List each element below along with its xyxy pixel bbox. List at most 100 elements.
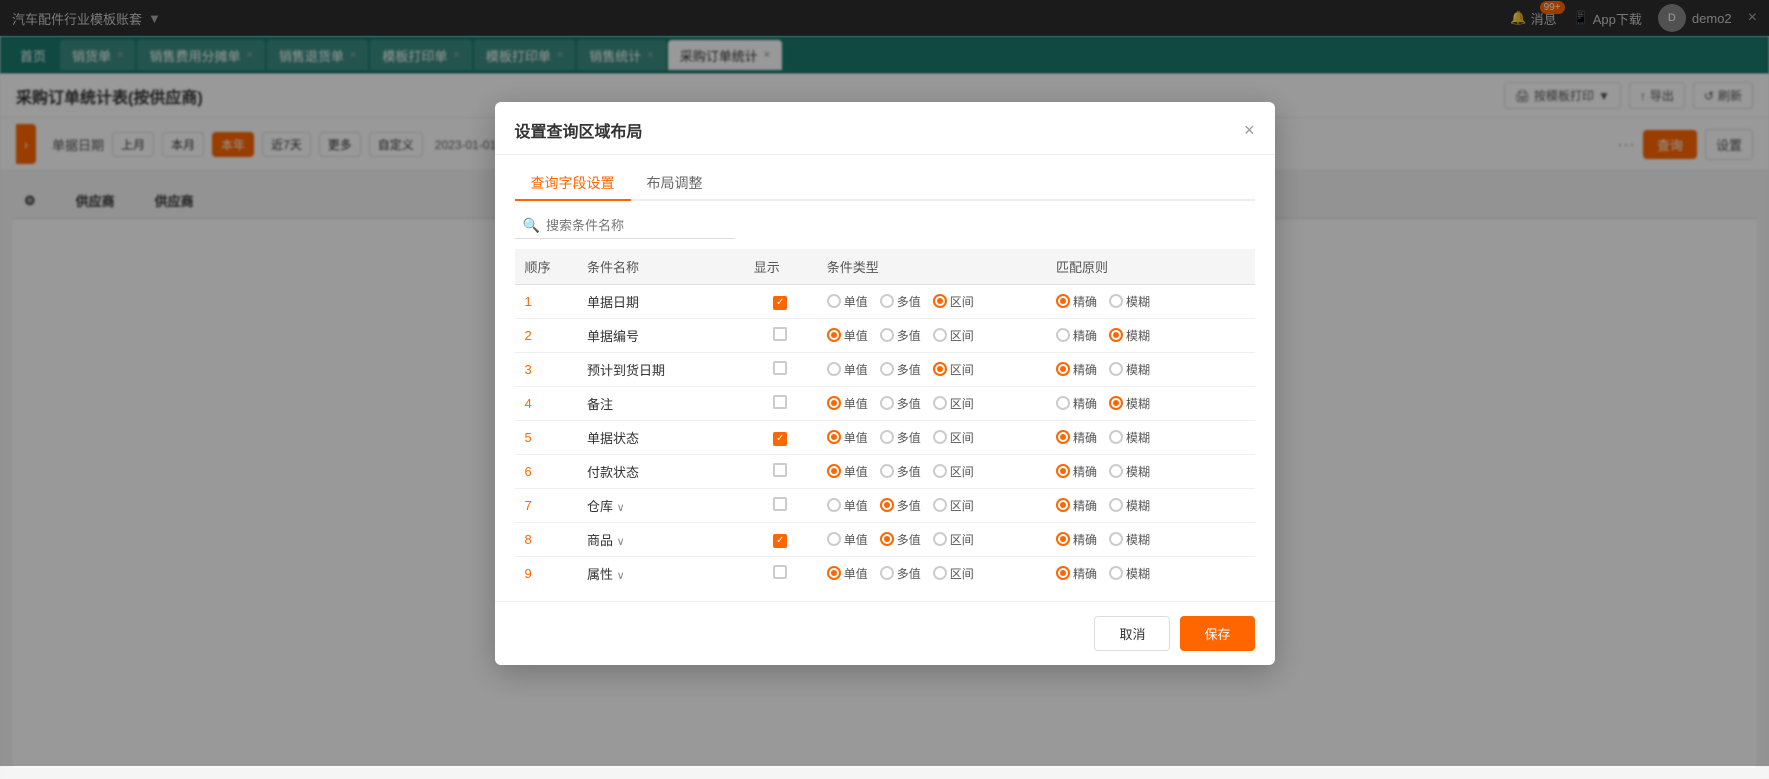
radio-circle [827, 566, 841, 580]
radio-circle [1109, 430, 1123, 444]
cell-display[interactable] [744, 556, 817, 589]
type-radio-type_single[interactable]: 单值 [827, 463, 868, 480]
radio-circle [933, 430, 947, 444]
match-radio-match_fuzzy[interactable]: 模糊 [1109, 429, 1150, 446]
match-radio-match_exact[interactable]: 精确 [1056, 565, 1097, 582]
type-radio-type_single[interactable]: 单值 [827, 565, 868, 582]
display-checkbox[interactable] [773, 432, 787, 446]
type-radio-type_single[interactable]: 单值 [827, 429, 868, 446]
display-checkbox[interactable] [773, 395, 787, 409]
type-radio-type_multi[interactable]: 多值 [880, 395, 921, 412]
cancel-button[interactable]: 取消 [1094, 616, 1170, 651]
cell-display[interactable] [744, 352, 817, 386]
match-radio-match_exact[interactable]: 精确 [1056, 531, 1097, 548]
tab-layout[interactable]: 布局调整 [631, 167, 719, 201]
cell-order: 7 [515, 488, 578, 522]
type-radio-type_multi[interactable]: 多值 [880, 293, 921, 310]
cell-type: 单值多值区间 [817, 420, 1046, 454]
match-radio-match_fuzzy[interactable]: 模糊 [1109, 395, 1150, 412]
cell-match: 精确模糊 [1046, 318, 1254, 352]
radio-circle [880, 464, 894, 478]
type-radio-type_multi[interactable]: 多值 [880, 327, 921, 344]
type-radio-type_multi[interactable]: 多值 [880, 429, 921, 446]
type-radio-type_multi[interactable]: 多值 [880, 565, 921, 582]
type-radio-type_range[interactable]: 区间 [933, 327, 974, 344]
type-radio-type_range[interactable]: 区间 [933, 497, 974, 514]
dialog-footer: 取消 保存 [495, 601, 1275, 665]
radio-circle [1109, 294, 1123, 308]
display-checkbox[interactable] [773, 296, 787, 310]
type-radio-type_range[interactable]: 区间 [933, 531, 974, 548]
cell-display[interactable] [744, 284, 817, 318]
search-input[interactable] [546, 218, 726, 233]
display-checkbox[interactable] [773, 361, 787, 375]
type-radio-type_range[interactable]: 区间 [933, 395, 974, 412]
type-radio-type_range[interactable]: 区间 [933, 293, 974, 310]
match-radio-match_fuzzy[interactable]: 模糊 [1109, 293, 1150, 310]
cell-display[interactable] [744, 420, 817, 454]
type-radio-type_range[interactable]: 区间 [933, 565, 974, 582]
cell-name: 单据编号 [577, 318, 744, 352]
display-checkbox[interactable] [773, 497, 787, 511]
type-radio-type_range[interactable]: 区间 [933, 361, 974, 378]
type-radio-type_range[interactable]: 区间 [933, 463, 974, 480]
match-radio-match_fuzzy[interactable]: 模糊 [1109, 531, 1150, 548]
table-row: 8商品 ∨单值多值区间精确模糊 [515, 522, 1255, 556]
match-radio-match_exact[interactable]: 精确 [1056, 395, 1097, 412]
radio-circle [1056, 566, 1070, 580]
type-radio-type_single[interactable]: 单值 [827, 327, 868, 344]
type-radio-type_multi[interactable]: 多值 [880, 531, 921, 548]
cell-display[interactable] [744, 386, 817, 420]
cell-match: 精确模糊 [1046, 556, 1254, 589]
match-radio-match_exact[interactable]: 精确 [1056, 361, 1097, 378]
match-radio-match_fuzzy[interactable]: 模糊 [1109, 463, 1150, 480]
radio-circle [1109, 464, 1123, 478]
type-radio-type_multi[interactable]: 多值 [880, 463, 921, 480]
match-radio-match_exact[interactable]: 精确 [1056, 497, 1097, 514]
match-radio-match_exact[interactable]: 精确 [1056, 327, 1097, 344]
cell-match: 精确模糊 [1046, 454, 1254, 488]
save-button[interactable]: 保存 [1180, 616, 1254, 651]
dialog-close-button[interactable]: × [1244, 121, 1255, 139]
settings-dialog: 设置查询区域布局 × 查询字段设置 布局调整 🔍 [495, 102, 1275, 665]
display-checkbox[interactable] [773, 534, 787, 548]
dialog-tabs: 查询字段设置 布局调整 [515, 155, 1255, 201]
radio-circle [933, 498, 947, 512]
type-radio-type_single[interactable]: 单值 [827, 497, 868, 514]
type-radio-type_single[interactable]: 单值 [827, 361, 868, 378]
match-radio-match_fuzzy[interactable]: 模糊 [1109, 327, 1150, 344]
cell-display[interactable] [744, 488, 817, 522]
match-radio-match_fuzzy[interactable]: 模糊 [1109, 361, 1150, 378]
cell-match: 精确模糊 [1046, 386, 1254, 420]
type-radio-type_multi[interactable]: 多值 [880, 497, 921, 514]
match-radio-match_fuzzy[interactable]: 模糊 [1109, 565, 1150, 582]
display-checkbox[interactable] [773, 463, 787, 477]
radio-circle [827, 328, 841, 342]
display-checkbox[interactable] [773, 565, 787, 579]
type-radio-type_single[interactable]: 单值 [827, 293, 868, 310]
type-radio-type_multi[interactable]: 多值 [880, 361, 921, 378]
match-radio-match_exact[interactable]: 精确 [1056, 293, 1097, 310]
type-radio-type_single[interactable]: 单值 [827, 395, 868, 412]
cell-display[interactable] [744, 318, 817, 352]
match-radio-match_exact[interactable]: 精确 [1056, 463, 1097, 480]
radio-circle [880, 294, 894, 308]
radio-circle [827, 396, 841, 410]
radio-circle [933, 464, 947, 478]
cell-match: 精确模糊 [1046, 420, 1254, 454]
cell-name: 仓库 ∨ [577, 488, 744, 522]
radio-circle [1056, 362, 1070, 376]
radio-circle [1056, 498, 1070, 512]
match-radio-match_fuzzy[interactable]: 模糊 [1109, 497, 1150, 514]
radio-circle [827, 498, 841, 512]
match-radio-match_exact[interactable]: 精确 [1056, 429, 1097, 446]
cell-display[interactable] [744, 454, 817, 488]
radio-circle [933, 294, 947, 308]
table-row: 6付款状态单值多值区间精确模糊 [515, 454, 1255, 488]
display-checkbox[interactable] [773, 327, 787, 341]
tab-query-fields[interactable]: 查询字段设置 [515, 167, 631, 201]
type-radio-type_range[interactable]: 区间 [933, 429, 974, 446]
cell-order: 5 [515, 420, 578, 454]
type-radio-type_single[interactable]: 单值 [827, 531, 868, 548]
cell-display[interactable] [744, 522, 817, 556]
